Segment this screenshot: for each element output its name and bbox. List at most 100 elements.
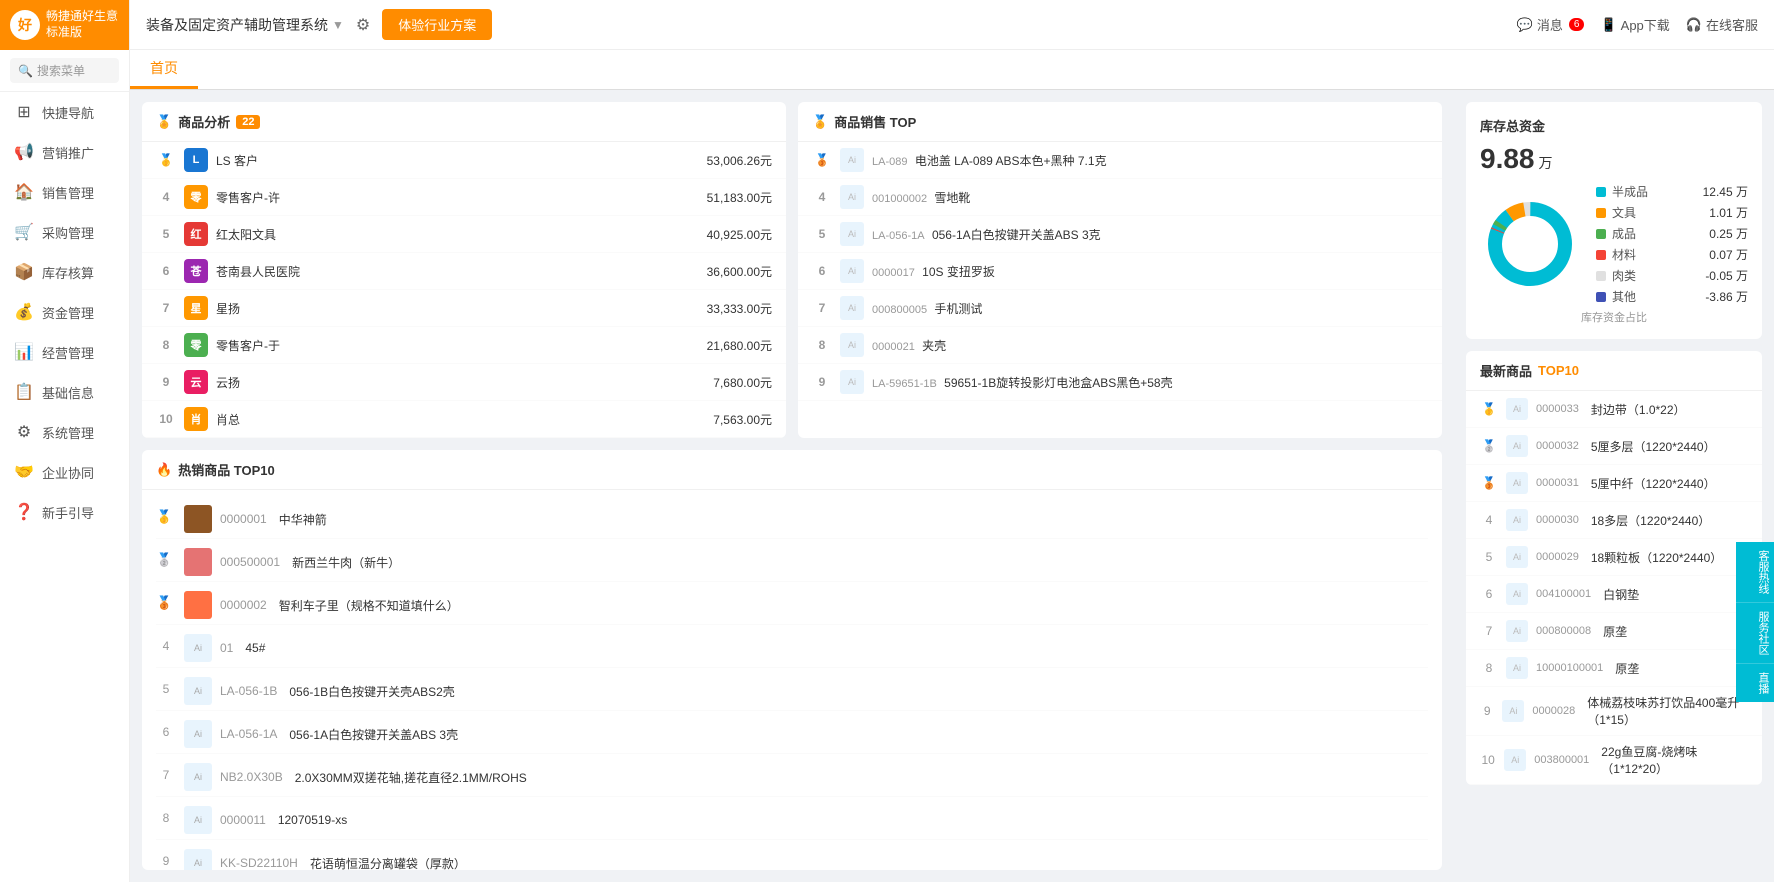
sidebar-item-quick-nav[interactable]: ⊞ 快捷导航 — [0, 92, 129, 132]
product-info: LA-056-1A 056-1A白色按键开关盖ABS 3克 — [872, 226, 1428, 243]
sidebar-item-inventory[interactable]: 📦 库存核算 — [0, 252, 129, 292]
product-img: Ai — [1504, 749, 1526, 771]
rank-number: 6 — [156, 264, 176, 278]
notifications-button[interactable]: 💬 消息 6 — [1517, 15, 1585, 34]
sidebar-item-marketing[interactable]: 📢 营销推广 — [0, 132, 129, 172]
settings-icon[interactable]: ⚙ — [356, 15, 370, 35]
inventory-ratio-label: 库存资金占比 — [1480, 309, 1748, 325]
search-menu-button[interactable]: 🔍 搜索菜单 — [10, 58, 119, 83]
notification-icon: 💬 — [1517, 17, 1533, 33]
hot-product-item: 6 Ai LA-056-1A 056-1A白色按键开关盖ABS 3壳 — [156, 715, 1428, 754]
rank-number: 10 — [1480, 753, 1496, 767]
inventory-total: 9.88 万 — [1480, 143, 1748, 175]
product-img: Ai — [840, 296, 864, 320]
sidebar-item-system[interactable]: ⚙ 系统管理 — [0, 412, 129, 452]
customer-value: 53,006.26元 — [707, 152, 772, 169]
product-code: 01 — [220, 641, 233, 655]
new-product-item: 5 Ai 0000029 18颗粒板（1220*2440） — [1466, 539, 1762, 576]
customer-rank-item: 4 零 零售客户-许 51,183.00元 — [142, 179, 786, 216]
product-thumbnail: Ai — [184, 634, 212, 662]
rank-number: 🥇 — [1480, 402, 1498, 416]
app-download-button[interactable]: 📱 App下载 — [1600, 15, 1669, 34]
product-code: KK-SD22110H — [220, 856, 298, 870]
rank-icon: 🥉 — [156, 595, 176, 615]
product-rank-item: 6 Ai 0000017 10S 变扭罗扳 — [798, 253, 1442, 290]
nav-list: ⊞ 快捷导航 📢 营销推广 🏠 销售管理 🛒 采购管理 📦 库存核算 💰 资金管… — [0, 92, 129, 882]
float-btn-live[interactable]: 直播 — [1736, 664, 1774, 702]
rank-number: 7 — [812, 301, 832, 315]
legend-value: 12.45 万 — [1703, 183, 1748, 200]
rank-number: 6 — [812, 264, 832, 278]
customer-value: 21,680.00元 — [707, 337, 772, 354]
guide-icon: ❓ — [14, 502, 34, 522]
sidebar-item-cooperation[interactable]: 🤝 企业协同 — [0, 452, 129, 492]
legend-value: 1.01 万 — [1709, 204, 1748, 221]
rank-icon: 🥈 — [156, 552, 176, 572]
sidebar-item-finance[interactable]: 💰 资金管理 — [0, 292, 129, 332]
float-btn-service-community[interactable]: 服务社区 — [1736, 603, 1774, 664]
legend-name: 材料 — [1612, 246, 1703, 263]
rank-number: 6 — [1480, 587, 1498, 601]
customers-panel-header: 🏅 商品分析 22 — [142, 102, 786, 142]
product-code: 0000030 — [1536, 514, 1579, 526]
customer-name: 肖总 — [216, 411, 705, 428]
legend-dot — [1596, 292, 1606, 302]
product-img: Ai — [1506, 398, 1528, 420]
cooperation-icon: 🤝 — [14, 462, 34, 482]
product-img: Ai — [1502, 700, 1524, 722]
donut-chart-container: 半成品 12.45 万 文具 1.01 万 成品 0.25 万 材料 0.07 … — [1480, 183, 1748, 305]
customer-name: 零售客户-许 — [216, 189, 699, 206]
product-code: 0000028 — [1532, 705, 1575, 717]
legend-dot — [1596, 271, 1606, 281]
hot-product-item: 5 Ai LA-056-1B 056-1B白色按键开关壳ABS2壳 — [156, 672, 1428, 711]
basic-info-icon: 📋 — [14, 382, 34, 402]
legend-name: 成品 — [1612, 225, 1703, 242]
product-name: 中华神箭 — [279, 511, 327, 528]
float-btn-customer-service[interactable]: 客服热线 — [1736, 542, 1774, 603]
rank-number: 🥇 — [156, 153, 176, 167]
customer-value: 33,333.00元 — [707, 300, 772, 317]
products-list-container: 🥉 Ai LA-089 电池盖 LA-089 ABS本色+黑种 7.1克 4 A… — [798, 142, 1442, 401]
legend-value: -0.05 万 — [1705, 267, 1748, 284]
customer-avatar: 红 — [184, 222, 208, 246]
content-area: 🏅 商品分析 22 🥇 L LS 客户 53,006.26元 4 零 零售客户-… — [130, 90, 1774, 882]
rank-number: 4 — [812, 190, 832, 204]
sidebar-item-operations[interactable]: 📊 经营管理 — [0, 332, 129, 372]
tab-home[interactable]: 首页 — [130, 50, 198, 89]
customer-name: 苍南县人民医院 — [216, 263, 699, 280]
trial-button[interactable]: 体验行业方案 — [382, 9, 492, 40]
sidebar-item-sales[interactable]: 🏠 销售管理 — [0, 172, 129, 212]
hot-product-item: 4 Ai 01 45# — [156, 629, 1428, 668]
rank-number: 9 — [812, 375, 832, 389]
logo-text: 畅捷通好生意 标准版 — [46, 9, 118, 40]
customer-value: 7,680.00元 — [713, 374, 772, 391]
product-name: 45# — [245, 641, 265, 655]
customers-list-container: 🥇 L LS 客户 53,006.26元 4 零 零售客户-许 51,183.0… — [142, 142, 786, 438]
rank-number: 7 — [156, 301, 176, 315]
customer-rank-item: 6 苍 苍南县人民医院 36,600.00元 — [142, 253, 786, 290]
new-product-item: 4 Ai 0000030 18多层（1220*2440） — [1466, 502, 1762, 539]
product-rank-item: 5 Ai LA-056-1A 056-1A白色按键开关盖ABS 3克 — [798, 216, 1442, 253]
product-info: 000800005 手机测试 — [872, 300, 1428, 317]
product-name: 12070519-xs — [278, 813, 347, 827]
product-thumbnail: Ai — [184, 720, 212, 748]
sidebar-item-purchase[interactable]: 🛒 采购管理 — [0, 212, 129, 252]
headset-icon: 🎧 — [1686, 17, 1702, 33]
legend-name: 肉类 — [1612, 267, 1699, 284]
product-img: Ai — [1506, 472, 1528, 494]
system-name: 装备及固定资产辅助管理系统 ▼ — [146, 15, 344, 35]
new-products-card: 最新商品 TOP10 🥇 Ai 0000033 封边带（1.0*22） 🥈 Ai… — [1466, 351, 1762, 785]
online-service-button[interactable]: 🎧 在线客服 — [1686, 15, 1758, 34]
sidebar-item-guide[interactable]: ❓ 新手引导 — [0, 492, 129, 532]
rank-icon: 🥇 — [156, 509, 176, 529]
top-header: 装备及固定资产辅助管理系统 ▼ ⚙ 体验行业方案 💬 消息 6 📱 App下载 … — [130, 0, 1774, 50]
customer-value: 51,183.00元 — [707, 189, 772, 206]
legend-name: 其他 — [1612, 288, 1699, 305]
product-name: 新西兰牛肉（新牛） — [292, 554, 400, 571]
products-panel-header: 🏅 商品销售 TOP — [798, 102, 1442, 142]
product-info: 0000017 10S 变扭罗扳 — [872, 263, 1428, 280]
dropdown-icon[interactable]: ▼ — [332, 18, 344, 32]
inventory-title: 库存总资金 — [1480, 116, 1748, 135]
sidebar-item-basic-info[interactable]: 📋 基础信息 — [0, 372, 129, 412]
legend-name: 半成品 — [1612, 183, 1697, 200]
